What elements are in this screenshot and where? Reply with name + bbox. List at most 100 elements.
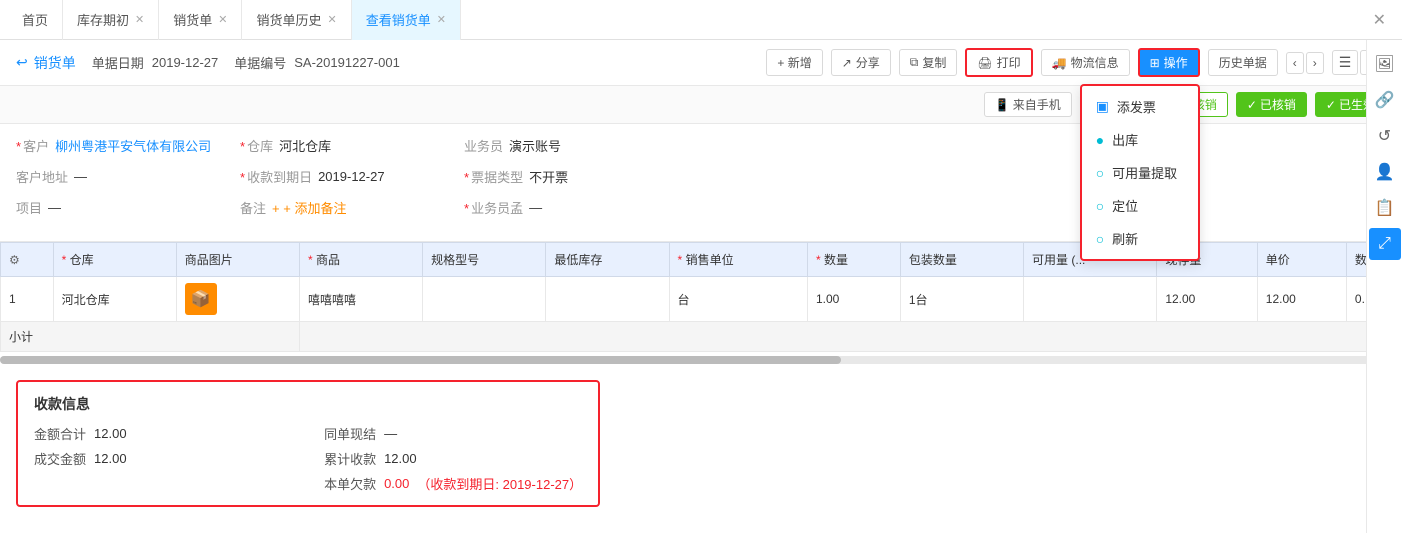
cell-sales-unit: 台 <box>669 277 807 322</box>
current-due-label: 本单欠款 <box>324 474 376 493</box>
sales-staff-value: — <box>529 200 542 215</box>
note-field: 备注 + + 添加备注 <box>240 198 440 217</box>
total-amount-label: 金额合计 <box>34 424 86 443</box>
customer-value[interactable]: 柳州粤港平安气体有限公司 <box>55 136 211 155</box>
transaction-amount-label: 成交金额 <box>34 449 86 468</box>
sidebar-note-icon[interactable]: 📋 <box>1369 192 1401 224</box>
tab-close-view-sales[interactable]: ✕ <box>437 13 446 26</box>
customer-label: 客户 <box>16 136 49 155</box>
tab-close-sales-history[interactable]: ✕ <box>328 13 337 26</box>
same-order-value: — <box>384 426 397 441</box>
sales-staff-field: 业务员孟 — <box>464 198 664 217</box>
tab-label-home: 首页 <box>22 10 48 29</box>
invoice-type-value: 不开票 <box>529 167 568 186</box>
table-scrollbar[interactable] <box>0 356 1402 364</box>
tab-sales-history[interactable]: 销货单历史 ✕ <box>242 0 351 40</box>
dropdown-outbound[interactable]: ● 出库 <box>1082 123 1198 156</box>
phone-icon: 📱 <box>995 98 1010 112</box>
sidebar-image-icon[interactable]: 🖼 <box>1369 48 1401 80</box>
copy-button[interactable]: ⧉ 复制 <box>899 49 958 76</box>
current-due-value: 0.00 <box>384 476 409 491</box>
list-view-button[interactable]: ☰ <box>1332 50 1359 75</box>
col-settings[interactable]: ⚙ <box>1 243 54 277</box>
sidebar-link-icon[interactable]: 🔗 <box>1369 84 1401 116</box>
cell-min-stock <box>546 277 669 322</box>
doc-icon: ↩ <box>16 54 28 71</box>
sold-button[interactable]: ✓ 已核销 <box>1236 92 1307 117</box>
share-button[interactable]: ↗ 分享 <box>831 49 891 76</box>
tab-inventory[interactable]: 库存期初 ✕ <box>63 0 159 40</box>
col-pack-qty: 包装数量 <box>900 243 1023 277</box>
window-close-button[interactable]: ✕ <box>1365 10 1394 30</box>
tab-view-sales[interactable]: 查看销货单 ✕ <box>352 0 461 40</box>
dropdown-refresh[interactable]: ○ 刷新 <box>1082 222 1198 255</box>
note-add-button[interactable]: + + 添加备注 <box>272 198 346 217</box>
sidebar-user-icon[interactable]: 👤 <box>1369 156 1401 188</box>
col-warehouse: * 仓库 <box>53 243 176 277</box>
history-button[interactable]: 历史单据 <box>1208 49 1278 76</box>
cumulative-value: 12.00 <box>384 451 417 466</box>
same-order-label: 同单现结 <box>324 424 376 443</box>
tab-home[interactable]: 首页 <box>8 0 63 40</box>
share-label: 分享 <box>856 54 880 71</box>
cumulative-item: 累计收款 12.00 <box>324 449 582 468</box>
phone-label: 来自手机 <box>1013 96 1061 113</box>
transaction-amount-item: 成交金额 12.00 <box>34 449 292 468</box>
sold-icon: ✓ <box>1247 98 1257 112</box>
cell-unit-price: 12.00 <box>1257 277 1346 322</box>
dropdown-available-qty[interactable]: ○ 可用量提取 <box>1082 156 1198 189</box>
project-field: 项目 — <box>16 198 216 217</box>
sales-staff-label: 业务员孟 <box>464 198 523 217</box>
total-amount-item: 金额合计 12.00 <box>34 424 292 443</box>
outbound-icon: ● <box>1096 132 1104 148</box>
phone-button[interactable]: 📱 来自手机 <box>984 92 1072 117</box>
print-label: 打印 <box>997 54 1021 71</box>
right-sidebar: 🖼 🔗 ↺ 👤 📋 ⤢ <box>1366 40 1402 533</box>
print-button[interactable]: 🖨 打印 <box>965 48 1032 77</box>
outbound-label: 出库 <box>1112 130 1138 149</box>
cumulative-label: 累计收款 <box>324 449 376 468</box>
spacer-item <box>34 474 292 493</box>
payment-section: 收款信息 金额合计 12.00 同单现结 — 成交金额 12.00 累计收款 1… <box>0 368 1402 535</box>
tab-close-sales[interactable]: ✕ <box>218 13 227 26</box>
col-product-img: 商品图片 <box>176 243 299 277</box>
operations-label: 操作 <box>1164 54 1188 71</box>
tab-label-view-sales: 查看销货单 <box>366 10 431 29</box>
operations-dropdown-menu: ▣ 添发票 ● 出库 ○ 可用量提取 ○ 定位 <box>1080 84 1200 261</box>
operations-dropdown-container: ⊞ 操作 ▣ 添发票 ● 出库 ○ 可用量提取 <box>1138 48 1200 77</box>
address-field: 客户地址 — <box>16 167 216 186</box>
note-label: 备注 <box>240 198 266 217</box>
sidebar-refresh-icon[interactable]: ↺ <box>1369 120 1401 152</box>
col-sales-unit: * 销售单位 <box>669 243 807 277</box>
project-value: — <box>48 200 61 215</box>
doc-number-label: 单据编号 SA-20191227-001 <box>234 53 400 72</box>
add-button[interactable]: + 新增 <box>766 49 822 76</box>
sidebar-expand-icon[interactable]: ⤢ <box>1369 228 1401 260</box>
tab-sales[interactable]: 销货单 ✕ <box>159 0 242 40</box>
available-qty-label: 可用量提取 <box>1112 163 1177 182</box>
logistics-button[interactable]: 🚚 物流信息 <box>1041 49 1130 76</box>
next-button[interactable]: › <box>1306 52 1324 74</box>
col-min-stock: 最低库存 <box>546 243 669 277</box>
main-content: ↩ 销货单 单据日期 2019-12-27 单据编号 SA-20191227-0… <box>0 40 1402 535</box>
payment-grid: 金额合计 12.00 同单现结 — 成交金额 12.00 累计收款 12.00 <box>34 424 582 493</box>
settings-icon[interactable]: ⚙ <box>9 253 20 267</box>
product-img-icon: 📦 <box>191 289 211 309</box>
dropdown-locate[interactable]: ○ 定位 <box>1082 189 1198 222</box>
available-qty-icon: ○ <box>1096 165 1104 181</box>
locate-icon: ○ <box>1096 198 1104 214</box>
cell-product-img: 📦 <box>176 277 299 322</box>
subtotal-empty <box>299 322 1401 352</box>
table-row: 1 河北仓库 📦 嘻嘻嘻嘻 台 1.00 1台 12.00 12.0 <box>1 277 1402 322</box>
payment-box: 收款信息 金额合计 12.00 同单现结 — 成交金额 12.00 累计收款 1… <box>16 380 600 507</box>
warehouse-value: 河北仓库 <box>279 136 331 155</box>
due-date-value: 2019-12-27 <box>318 169 385 184</box>
col-unit-price: 单价 <box>1257 243 1346 277</box>
refresh-icon: ○ <box>1096 231 1104 247</box>
tab-close-inventory[interactable]: ✕ <box>135 13 144 26</box>
cell-available <box>1024 277 1157 322</box>
dropdown-add-invoice[interactable]: ▣ 添发票 <box>1082 90 1198 123</box>
prev-button[interactable]: ‹ <box>1286 52 1304 74</box>
copy-label: 复制 <box>922 54 946 71</box>
operations-button[interactable]: ⊞ 操作 <box>1138 48 1200 77</box>
